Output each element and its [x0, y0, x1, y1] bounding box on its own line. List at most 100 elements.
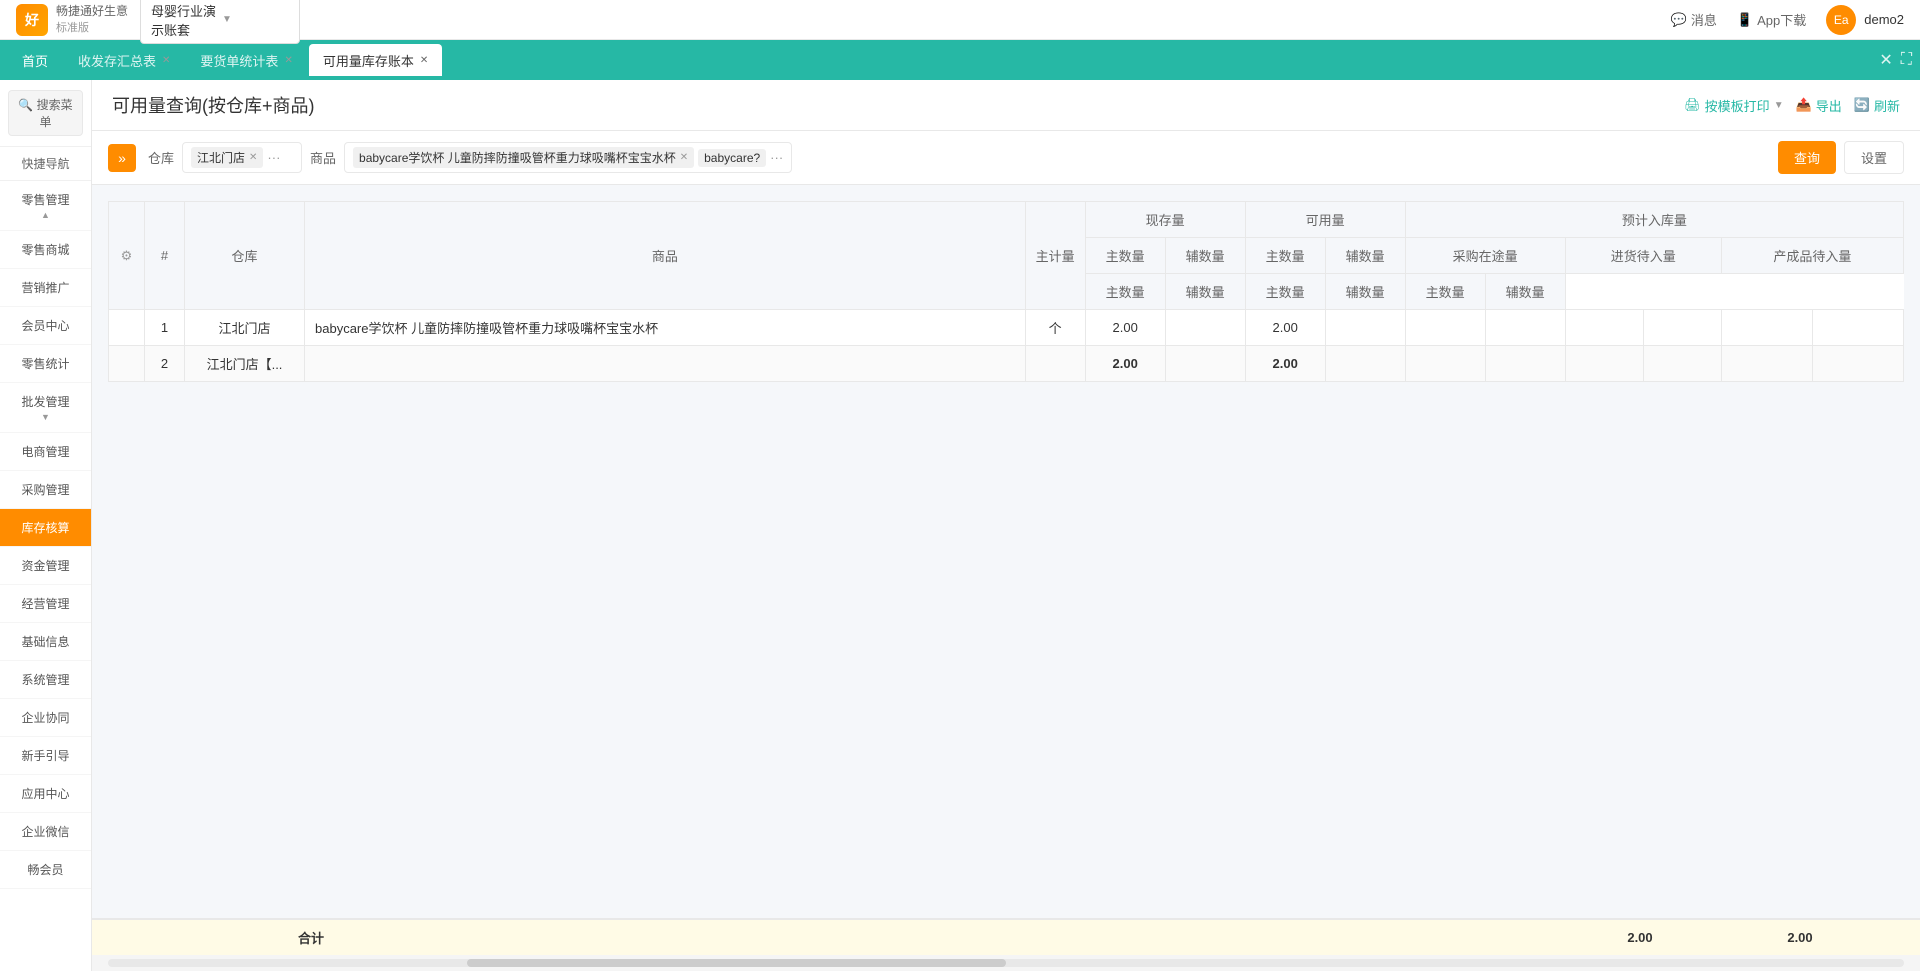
sidebar-item-inventory-check[interactable]: 库存核算 — [0, 509, 91, 547]
row1-unit: 个 — [1025, 310, 1085, 346]
message-icon: 💬 — [1671, 12, 1687, 28]
sidebar-item-retail-mgmt[interactable]: 零售管理 ▲ — [0, 181, 91, 231]
sidebar-item-new-guide[interactable]: 新手引导 — [0, 737, 91, 775]
search-menu-button[interactable]: 🔍 搜索菜单 — [8, 90, 83, 136]
product-tag-2-label: babycare? — [704, 151, 760, 165]
sidebar-item-marketing[interactable]: 营销推广 — [0, 269, 91, 307]
print-template-label: 按模板打印 — [1705, 96, 1770, 115]
content-area: 可用量查询(按仓库+商品) 🖨 按模板打印 ▼ 📤 导出 🔄 刷新 — [92, 80, 1920, 971]
sidebar-item-finance-mgmt[interactable]: 资金管理 — [0, 547, 91, 585]
filter-group: 仓库 江北门店 ✕ ··· 商品 babycare学饮杯 儿童防摔防撞吸管杯重力… — [148, 142, 1766, 173]
sidebar-item-enterprise-collab-label: 企业协同 — [21, 709, 69, 726]
sidebar-item-purchase-mgmt[interactable]: 采购管理 — [0, 471, 91, 509]
sidebar-item-purchase-mgmt-label: 采购管理 — [21, 481, 69, 498]
sidebar-item-basic-info[interactable]: 基础信息 — [0, 623, 91, 661]
row2-index: 2 — [145, 346, 185, 382]
tab-bar: 首页 收发存汇总表 ✕ 要货单统计表 ✕ 可用量库存账本 ✕ ✕ ⛶ — [0, 40, 1920, 80]
product-filter-input[interactable]: babycare学饮杯 儿童防摔防撞吸管杯重力球吸嘴杯宝宝水杯 ✕ babyca… — [344, 142, 792, 173]
sidebar-item-member-center[interactable]: 会员中心 — [0, 307, 91, 345]
product-filter-label: 商品 — [310, 148, 336, 167]
quick-nav-label: 快捷导航 — [21, 157, 69, 171]
row1-current-main: 2.00 — [1085, 310, 1165, 346]
avatar: Ea — [1826, 5, 1856, 35]
table-area: ⚙ # 仓库 商品 主计量 现存量 可用量 预计入库量 主数量 辅数量 主数量 — [92, 185, 1920, 918]
message-button[interactable]: 💬 消息 — [1671, 10, 1717, 29]
tab-order-stats-label: 要货单统计表 — [200, 51, 278, 70]
export-button[interactable]: 📤 导出 — [1796, 96, 1842, 115]
row2-current-main: 2.00 — [1085, 346, 1165, 382]
scroll-thumb[interactable] — [467, 959, 1006, 967]
sidebar-item-retail-stats-label: 零售统计 — [21, 355, 69, 372]
product-tag-2: babycare? — [698, 149, 766, 167]
sidebar-search-area: 🔍 搜索菜单 — [0, 80, 91, 147]
tab-home-label: 首页 — [22, 51, 48, 70]
available-qty-header: 可用量 — [1245, 202, 1405, 238]
row1-purchase-transit-main — [1405, 310, 1485, 346]
production-pending-aux-header: 辅数量 — [1485, 274, 1565, 310]
sidebar-item-retail-stats[interactable]: 零售统计 — [0, 345, 91, 383]
sidebar-item-operations-mgmt[interactable]: 经营管理 — [0, 585, 91, 623]
row1-settings — [109, 310, 145, 346]
product-more-icon[interactable]: ··· — [770, 150, 783, 165]
product-tag-1-label: babycare学饮杯 儿童防摔防撞吸管杯重力球吸嘴杯宝宝水杯 — [359, 149, 676, 166]
sidebar-item-retail-mall[interactable]: 零售商城 — [0, 231, 91, 269]
print-template-button[interactable]: 🖨 按模板打印 ▼ — [1684, 96, 1783, 115]
purchase-in-transit-header: 采购在途量 — [1405, 238, 1565, 274]
footer-available-main: 2.00 — [1760, 930, 1840, 945]
query-button[interactable]: 查询 — [1778, 141, 1836, 174]
sidebar-item-enterprise-wechat[interactable]: 企业微信 — [0, 813, 91, 851]
refresh-button[interactable]: 🔄 刷新 — [1854, 96, 1900, 115]
remove-product-tag-1-button[interactable]: ✕ — [680, 152, 688, 163]
row2-warehouse: 江北门店【... — [185, 346, 305, 382]
logo-text-area: 畅捷通好生意 标准版 — [56, 4, 128, 34]
row2-import-pending-main — [1565, 346, 1643, 382]
row1-production-pending-aux — [1812, 310, 1903, 346]
warehouse-more-icon[interactable]: ··· — [267, 150, 280, 165]
settings-icon[interactable]: ⚙ — [121, 248, 133, 263]
index-col-header: # — [145, 202, 185, 310]
store-selector[interactable]: 母婴行业演示账套 ▼ — [140, 0, 300, 44]
close-icon[interactable]: ✕ — [162, 55, 170, 66]
app-download-button[interactable]: 📱 App下载 — [1737, 10, 1806, 29]
chevron-down-icon: ▲ — [41, 210, 50, 220]
sidebar-item-ecommerce-mgmt[interactable]: 电商管理 — [0, 433, 91, 471]
tab-available-inventory[interactable]: 可用量库存账本 ✕ — [309, 44, 442, 76]
maximize-button[interactable]: ⛶ — [1901, 51, 1912, 69]
warehouse-tag-label: 江北门店 — [197, 149, 245, 166]
row1-current-aux — [1165, 310, 1245, 346]
horizontal-scrollbar[interactable] — [92, 955, 1920, 971]
chevron-down-icon: ▼ — [1774, 100, 1784, 111]
page-actions: 🖨 按模板打印 ▼ 📤 导出 🔄 刷新 — [1684, 96, 1900, 115]
close-all-button[interactable]: ✕ — [1879, 50, 1892, 70]
purchase-transit-aux-header: 辅数量 — [1165, 274, 1245, 310]
tab-home[interactable]: 首页 — [8, 44, 62, 76]
production-pending-header: 产成品待入量 — [1721, 238, 1903, 274]
warehouse-col-header: 仓库 — [185, 202, 305, 310]
settings-col-header: ⚙ — [109, 202, 145, 310]
sidebar-item-finance-mgmt-label: 资金管理 — [21, 557, 69, 574]
user-area[interactable]: Ea demo2 — [1826, 5, 1904, 35]
row2-purchase-transit-main — [1405, 346, 1485, 382]
tab-available-inventory-label: 可用量库存账本 — [323, 51, 414, 70]
sidebar-item-vip-member[interactable]: 畅会员 — [0, 851, 91, 889]
quick-nav-button[interactable]: 快捷导航 — [0, 147, 91, 181]
close-icon[interactable]: ✕ — [284, 55, 292, 66]
row2-production-pending-main — [1721, 346, 1812, 382]
row1-production-pending-main — [1721, 310, 1812, 346]
sidebar-item-enterprise-collab[interactable]: 企业协同 — [0, 699, 91, 737]
sidebar-item-new-guide-label: 新手引导 — [21, 747, 69, 764]
tab-order-stats[interactable]: 要货单统计表 ✕ — [186, 44, 306, 76]
sidebar-item-wholesale-mgmt[interactable]: 批发管理 ▼ — [0, 383, 91, 433]
available-main-header: 主数量 — [1245, 238, 1325, 274]
app-download-icon: 📱 — [1737, 12, 1753, 28]
settings-button[interactable]: 设置 — [1844, 141, 1904, 174]
expand-button[interactable]: » — [108, 144, 136, 172]
close-icon[interactable]: ✕ — [420, 55, 428, 66]
tab-receive-pay[interactable]: 收发存汇总表 ✕ — [64, 44, 184, 76]
warehouse-filter-input[interactable]: 江北门店 ✕ ··· — [182, 142, 302, 173]
sidebar-item-app-center[interactable]: 应用中心 — [0, 775, 91, 813]
top-bar-left: 好 畅捷通好生意 标准版 母婴行业演示账套 ▼ — [16, 0, 300, 44]
sidebar-item-system-mgmt[interactable]: 系统管理 — [0, 661, 91, 699]
sidebar-item-inventory-check-label: 库存核算 — [21, 519, 69, 536]
remove-warehouse-tag-button[interactable]: ✕ — [249, 152, 257, 163]
